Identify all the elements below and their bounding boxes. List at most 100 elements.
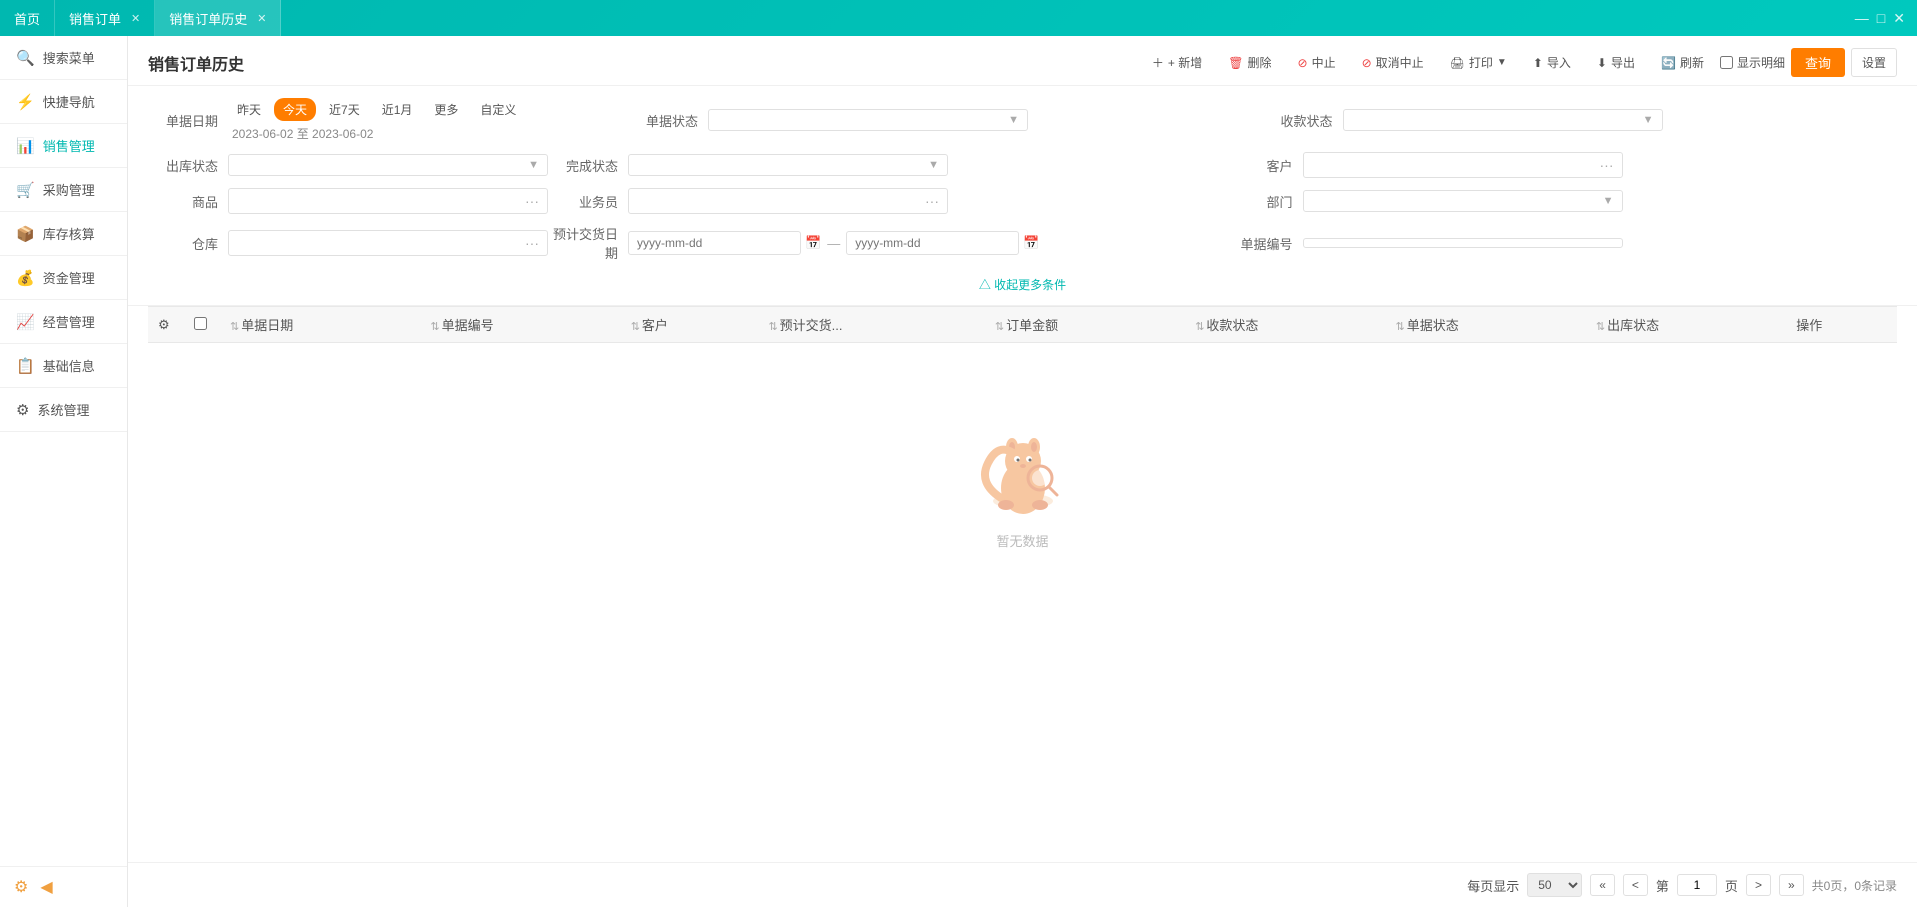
order-status-select[interactable]: ▼ (708, 109, 1028, 131)
customer-select[interactable]: ··· (1303, 152, 1623, 178)
date-filter-label: 单据日期 (148, 111, 228, 130)
window-maximize-icon[interactable]: □ (1877, 10, 1885, 26)
main-layout: 🔍 搜索菜单 ⚡ 快捷导航 📊 销售管理 🛒 采购管理 📦 库存核算 💰 资金管… (0, 36, 1917, 907)
select-all-checkbox[interactable] (194, 317, 207, 330)
customer-dots-icon[interactable]: ··· (1600, 157, 1614, 173)
th-amount[interactable]: ⇅订单金额 (985, 307, 1185, 343)
collapse-row[interactable]: △ 收起更多条件 (148, 272, 1897, 293)
salesperson-dots-icon[interactable]: ··· (925, 193, 939, 209)
stop-label: 中止 (1312, 54, 1336, 71)
top-bar-right: — □ ✕ (1855, 0, 1917, 36)
product-filter: 商品 ··· (148, 188, 548, 214)
content-area: 销售订单历史 ＋ + 新增 🗑 删除 ⊘ 中止 ⊘ 取消中止 (128, 36, 1917, 907)
purchase-mgmt-icon: 🛒 (16, 181, 35, 199)
print-button[interactable]: 🖨 打印 ▼ (1440, 49, 1517, 76)
prev-page-button[interactable]: < (1623, 874, 1648, 896)
sidebar-bottom: ⚙ ◀ (0, 866, 127, 907)
sales-mgmt-icon: 📊 (16, 137, 35, 155)
sidebar-item-base-info[interactable]: 📋 基础信息 (0, 344, 127, 388)
th-date[interactable]: ⇅单据日期 (220, 307, 420, 343)
settings-button[interactable]: 设置 (1851, 48, 1897, 77)
salesperson-label: 业务员 (548, 192, 628, 211)
window-minimize-icon[interactable]: — (1855, 10, 1869, 26)
cancel-stop-button[interactable]: ⊘ 取消中止 (1352, 49, 1434, 76)
delivery-date-to-cal-icon[interactable]: 📅 (1023, 235, 1039, 251)
sidebar-item-operations[interactable]: 📈 经营管理 (0, 300, 127, 344)
last-page-button[interactable]: » (1779, 874, 1804, 896)
finance-icon: 💰 (16, 269, 35, 287)
query-button[interactable]: 查询 (1791, 48, 1845, 77)
delivery-status-select[interactable]: ▼ (228, 154, 548, 176)
sidebar-item-inventory-label: 库存核算 (43, 224, 95, 243)
complete-status-select[interactable]: ▼ (628, 154, 948, 176)
date-tab-today[interactable]: 今天 (274, 98, 316, 121)
warehouse-filter: 仓库 ··· (148, 230, 548, 256)
order-no-input[interactable] (1303, 238, 1623, 248)
salesperson-select[interactable]: ··· (628, 188, 948, 214)
next-page-button[interactable]: > (1746, 874, 1771, 896)
warehouse-dots-icon[interactable]: ··· (525, 235, 539, 251)
th-delivery-date[interactable]: ⇅预计交货... (758, 307, 984, 343)
th-order-status[interactable]: ⇅单据状态 (1386, 307, 1586, 343)
settings-label: 设置 (1862, 54, 1886, 71)
delete-button[interactable]: 🗑 删除 (1218, 49, 1281, 76)
empty-illustration (968, 423, 1078, 523)
th-settings[interactable]: ⚙ (148, 307, 184, 343)
refresh-button[interactable]: 🔄 刷新 (1651, 49, 1714, 76)
stop-button[interactable]: ⊘ 中止 (1288, 49, 1346, 76)
show-detail-label: 显示明细 (1737, 54, 1785, 71)
sidebar-item-purchase-mgmt[interactable]: 🛒 采购管理 (0, 168, 127, 212)
tab-sales-order-history-close[interactable]: ✕ (257, 12, 266, 25)
date-range-group: 昨天 今天 近7天 近1月 更多 自定义 2023-06-02 至 2023-0… (228, 98, 628, 142)
department-select[interactable]: ▼ (1303, 190, 1623, 212)
export-button[interactable]: ⬇ 导出 (1587, 49, 1645, 76)
tab-sales-order[interactable]: 销售订单 ✕ (55, 0, 155, 36)
page-size-select[interactable]: 50 10 20 100 (1527, 873, 1582, 897)
tab-sales-order-history[interactable]: 销售订单历史 ✕ (155, 0, 281, 36)
complete-status-label: 完成状态 (548, 156, 628, 175)
empty-text: 暂无数据 (996, 531, 1048, 550)
delivery-date-to-input[interactable] (846, 231, 1019, 255)
date-tab-custom[interactable]: 自定义 (471, 98, 525, 121)
window-close-icon[interactable]: ✕ (1893, 10, 1905, 27)
import-label: 导入 (1547, 54, 1571, 71)
th-order-no[interactable]: ⇅单据编号 (420, 307, 620, 343)
warehouse-select[interactable]: ··· (228, 230, 548, 256)
sort-date-icon: ⇅ (230, 321, 239, 333)
product-dots-icon[interactable]: ··· (525, 193, 539, 209)
sidebar-item-search-menu[interactable]: 🔍 搜索菜单 (0, 36, 127, 80)
product-select[interactable]: ··· (228, 188, 548, 214)
delivery-date-from-cal-icon[interactable]: 📅 (805, 235, 821, 251)
delivery-date-from-input[interactable] (628, 231, 801, 255)
page-title: 销售订单历史 (148, 51, 1134, 75)
date-tab-1month[interactable]: 近1月 (373, 98, 422, 121)
sidebar-item-sys-mgmt[interactable]: ⚙ 系统管理 (0, 388, 127, 432)
tab-home[interactable]: 首页 (0, 0, 55, 36)
tab-sales-order-close[interactable]: ✕ (131, 12, 140, 25)
import-button[interactable]: ⬆ 导入 (1523, 49, 1581, 76)
show-detail-checkbox-label[interactable]: 显示明细 (1720, 54, 1785, 71)
refresh-icon: 🔄 (1661, 56, 1676, 70)
sidebar-item-finance[interactable]: 💰 资金管理 (0, 256, 127, 300)
first-page-button[interactable]: « (1590, 874, 1615, 896)
sidebar-settings-icon[interactable]: ⚙ (14, 877, 28, 897)
payment-status-select[interactable]: ▼ (1343, 109, 1663, 131)
th-customer[interactable]: ⇅客户 (621, 307, 759, 343)
date-tab-7days[interactable]: 近7天 (320, 98, 369, 121)
date-tab-more[interactable]: 更多 (425, 98, 467, 121)
show-detail-checkbox[interactable] (1720, 56, 1733, 69)
filter-row-1: 单据日期 昨天 今天 近7天 近1月 更多 自定义 2023-06-02 至 2… (148, 98, 1897, 142)
department-label: 部门 (1223, 192, 1303, 211)
sidebar-item-sales-mgmt[interactable]: 📊 销售管理 (0, 124, 127, 168)
th-delivery-status[interactable]: ⇅出库状态 (1586, 307, 1786, 343)
sidebar-item-inventory[interactable]: 📦 库存核算 (0, 212, 127, 256)
cancel-stop-icon: ⊘ (1362, 56, 1372, 70)
sidebar-item-search-menu-label: 搜索菜单 (43, 48, 95, 67)
page-number-input[interactable] (1677, 874, 1717, 896)
th-payment-status[interactable]: ⇅收款状态 (1185, 307, 1385, 343)
date-tab-yesterday[interactable]: 昨天 (228, 98, 270, 121)
sidebar-toggle-icon[interactable]: ◀ (40, 877, 52, 897)
delivery-date-label: 预计交货日期 (548, 224, 628, 262)
sidebar-item-quick-nav[interactable]: ⚡ 快捷导航 (0, 80, 127, 124)
new-button[interactable]: ＋ + 新增 (1142, 49, 1212, 76)
